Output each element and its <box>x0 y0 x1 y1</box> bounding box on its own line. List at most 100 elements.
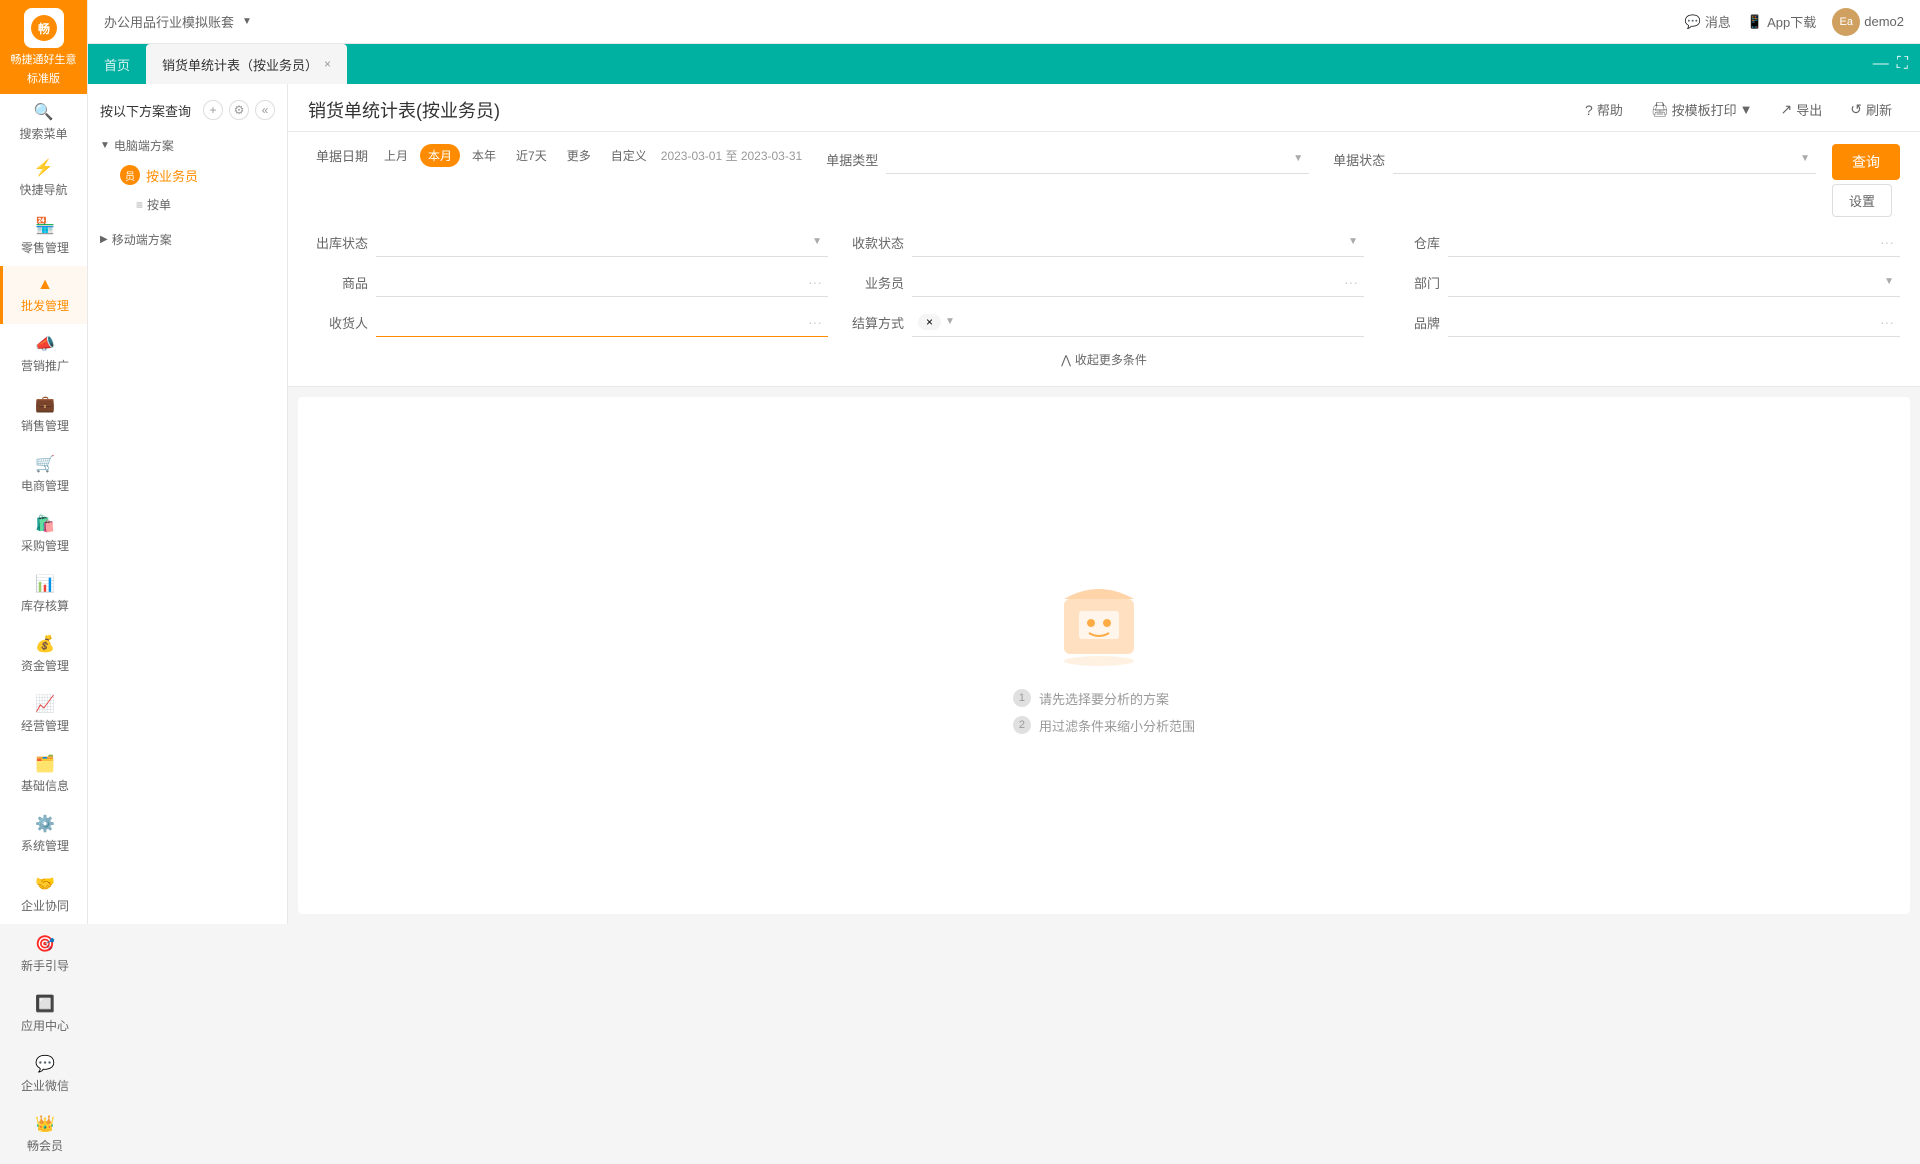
sidebar-item-operations[interactable]: 📈 经营管理 <box>0 684 87 744</box>
sidebar-item-sales[interactable]: 💼 销售管理 <box>0 384 87 444</box>
sidebar-item-wechat[interactable]: 💬 企业微信 <box>0 1044 87 1104</box>
tab-minimize-icon[interactable]: — <box>1873 55 1889 73</box>
sidebar-item-label: 采购管理 <box>21 537 69 554</box>
date-range-text: 2023-03-01 至 2023-03-31 <box>661 147 802 164</box>
sidebar-item-member[interactable]: 👑 畅会员 <box>0 1104 87 1164</box>
wholesale-icon: ▲ <box>37 276 53 294</box>
empty-state: 1 请先选择要分析的方案 2 用过滤条件来缩小分析范围 <box>298 397 1910 914</box>
step-1-text: 请先选择要分析的方案 <box>1039 689 1169 708</box>
sidebar-logo[interactable]: 畅 畅捷通好生意 标准版 <box>0 0 87 94</box>
settlement-chevron-icon: ▼ <box>945 316 955 327</box>
tab-close-icon[interactable]: × <box>324 57 331 71</box>
sidebar-item-label: 企业微信 <box>21 1077 69 1094</box>
sidebar-item-search[interactable]: 🔍 搜索菜单 <box>0 94 87 150</box>
print-button[interactable]: 🖨 按模板打印 ▼ <box>1643 96 1761 123</box>
sidebar-item-label: 企业协同 <box>21 897 69 914</box>
out-status-chevron-icon: ▼ <box>812 236 822 247</box>
order-status-select[interactable]: ▼ <box>1393 144 1816 174</box>
print-label: 按模板打印 <box>1672 100 1737 119</box>
collapse-panel-button[interactable]: « <box>255 100 275 120</box>
sidebar-item-label: 应用中心 <box>21 1017 69 1034</box>
consignee-input[interactable]: ··· <box>376 307 828 337</box>
sidebar-item-inventory[interactable]: 📊 库存核算 <box>0 564 87 624</box>
sidebar-item-label: 搜索菜单 <box>19 125 67 142</box>
order-type-label: 单据类型 <box>818 150 878 169</box>
sidebar-item-basic[interactable]: 🗂️ 基础信息 <box>0 744 87 804</box>
help-icon: ? <box>1585 102 1593 118</box>
scheme-group-mobile-header[interactable]: ▶ 移动端方案 <box>88 226 287 253</box>
settlement-clear-tag: × <box>918 314 941 330</box>
export-label: 导出 <box>1796 100 1822 119</box>
settlement-select[interactable]: × ▼ <box>912 307 1364 337</box>
warehouse-label: 仓库 <box>1380 233 1440 252</box>
dept-select[interactable]: ▼ <box>1448 267 1900 297</box>
filter-area: 单据日期 上月 本月 本年 近7天 更多 自定义 2023-03-01 至 20… <box>288 132 1920 387</box>
tab-report[interactable]: 销货单统计表（按业务员） × <box>146 44 347 84</box>
account-dropdown-icon[interactable]: ▼ <box>242 16 252 27</box>
empty-step-2: 2 用过滤条件来缩小分析范围 <box>1013 716 1195 735</box>
sub-icon: ≡ <box>136 198 143 212</box>
sidebar-item-newbie[interactable]: 🎯 新手引导 <box>0 924 87 984</box>
left-panel: 按以下方案查询 + ⚙ « ▼ 电脑端方案 员 按业务员 ≡ 按 <box>88 84 288 924</box>
account-selector-text[interactable]: 办公用品行业模拟账套 <box>104 12 234 31</box>
query-button[interactable]: 查询 <box>1832 144 1900 180</box>
brand-input[interactable]: ··· <box>1448 307 1900 337</box>
tab-bar-actions: — ⛶ <box>1873 55 1920 73</box>
date-tab-last-month[interactable]: 上月 <box>376 144 416 167</box>
collapse-button[interactable]: ⋀ 收起更多条件 <box>1055 345 1153 374</box>
sidebar-item-enterprise[interactable]: 🤝 企业协同 <box>0 864 87 924</box>
sidebar-item-finance[interactable]: 💰 资金管理 <box>0 624 87 684</box>
sidebar-item-shortcut[interactable]: ⚡ 快捷导航 <box>0 150 87 206</box>
settings-button[interactable]: 设置 <box>1832 184 1892 217</box>
print-dropdown-icon[interactable]: ▼ <box>1740 102 1753 117</box>
sidebar-item-label: 基础信息 <box>21 777 69 794</box>
date-label: 单据日期 <box>308 146 368 165</box>
date-tab-last7[interactable]: 近7天 <box>508 144 555 167</box>
tab-maximize-icon[interactable]: ⛶ <box>1897 55 1908 73</box>
receive-status-select[interactable]: ▼ <box>912 227 1364 257</box>
scheme-item-by-staff[interactable]: 员 按业务员 <box>88 159 287 191</box>
sidebar-item-retail[interactable]: 🏪 零售管理 <box>0 206 87 266</box>
export-button[interactable]: ↗ 导出 <box>1773 96 1831 123</box>
download-icon: 📱 <box>1747 14 1763 30</box>
scheme-item-by-staff-label: 按业务员 <box>146 166 198 185</box>
date-tab-this-month[interactable]: 本月 <box>420 144 460 167</box>
sidebar-item-system[interactable]: ⚙️ 系统管理 <box>0 804 87 864</box>
staff-input[interactable]: ··· <box>912 267 1364 297</box>
newbie-icon: 🎯 <box>35 934 55 954</box>
logo-subtext: 标准版 <box>27 70 60 86</box>
report-title: 销货单统计表(按业务员) <box>308 97 500 123</box>
sidebar-item-marketing[interactable]: 📣 营销推广 <box>0 324 87 384</box>
tab-home[interactable]: 首页 <box>88 44 146 84</box>
message-button[interactable]: 💬 消息 <box>1685 12 1731 31</box>
user-profile[interactable]: Ea demo2 <box>1832 8 1904 36</box>
search-icon: 🔍 <box>34 102 54 122</box>
sidebar-item-wholesale[interactable]: ▲ 批发管理 <box>0 266 87 324</box>
date-tab-custom[interactable]: 自定义 <box>603 144 655 167</box>
help-button[interactable]: ? 帮助 <box>1577 96 1631 123</box>
scheme-group-pc-header[interactable]: ▼ 电脑端方案 <box>88 132 287 159</box>
scheme-sub-item-by-order[interactable]: ≡ 按单 <box>88 191 287 218</box>
product-input[interactable]: ··· <box>376 267 828 297</box>
scheme-group-pc-label: 电脑端方案 <box>114 137 174 154</box>
sidebar-item-purchase[interactable]: 🛍️ 采购管理 <box>0 504 87 564</box>
order-type-select[interactable]: ▼ <box>886 144 1309 174</box>
chevron-right-icon: ▶ <box>100 234 108 245</box>
warehouse-input[interactable]: ··· <box>1448 227 1900 257</box>
refresh-button[interactable]: ↺ 刷新 <box>1842 96 1900 123</box>
left-panel-header: 按以下方案查询 + ⚙ « <box>88 96 287 128</box>
sidebar-item-apps[interactable]: 🔲 应用中心 <box>0 984 87 1044</box>
collapse-label: 收起更多条件 <box>1075 351 1147 368</box>
sales-icon: 💼 <box>35 394 55 414</box>
scheme-settings-button[interactable]: ⚙ <box>229 100 249 120</box>
sidebar-item-ecommerce[interactable]: 🛒 电商管理 <box>0 444 87 504</box>
date-tab-more[interactable]: 更多 <box>559 144 599 167</box>
product-dots-icon: ··· <box>808 274 822 290</box>
staff-dots-icon: ··· <box>1344 274 1358 290</box>
add-scheme-button[interactable]: + <box>203 100 223 120</box>
report-header: 销货单统计表(按业务员) ? 帮助 🖨 按模板打印 ▼ ↗ 导出 <box>288 84 1920 132</box>
settlement-value: × <box>926 315 933 329</box>
app-download-button[interactable]: 📱 App下载 <box>1747 12 1816 31</box>
date-tab-this-year[interactable]: 本年 <box>464 144 504 167</box>
out-status-select[interactable]: ▼ <box>376 227 828 257</box>
